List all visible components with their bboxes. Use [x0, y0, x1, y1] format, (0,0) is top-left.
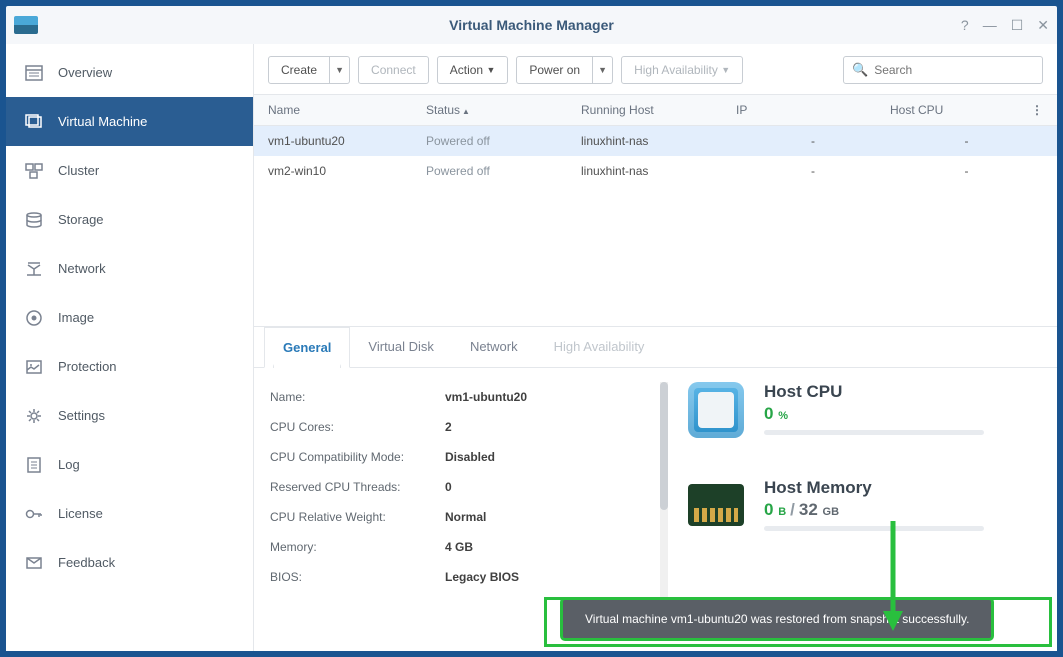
- tab-virtual-disk[interactable]: Virtual Disk: [350, 327, 452, 367]
- sidebar-item-feedback[interactable]: Feedback: [6, 538, 253, 587]
- sidebar-item-settings[interactable]: Settings: [6, 391, 253, 440]
- sidebar-item-label: Feedback: [58, 555, 115, 570]
- search-box[interactable]: 🔍: [843, 56, 1043, 84]
- main-panel: Create ▼ Connect Action ▼ Power on ▼ Hig…: [254, 44, 1057, 651]
- sidebar-item-overview[interactable]: Overview: [6, 48, 253, 97]
- detail-mem-label: Memory:: [270, 540, 445, 554]
- sidebar-item-cluster[interactable]: Cluster: [6, 146, 253, 195]
- stat-mem-value: 0 B/32 GB: [764, 500, 1041, 520]
- sidebar-item-label: Overview: [58, 65, 112, 80]
- log-icon: [24, 456, 44, 474]
- connect-button[interactable]: Connect: [358, 56, 429, 84]
- sidebar-item-label: Settings: [58, 408, 105, 423]
- vm-icon: [24, 113, 44, 131]
- gear-icon: [24, 407, 44, 425]
- sidebar-item-storage[interactable]: Storage: [6, 195, 253, 244]
- tab-network[interactable]: Network: [452, 327, 536, 367]
- sidebar-item-label: Storage: [58, 212, 104, 227]
- search-icon: 🔍: [852, 62, 868, 78]
- stat-mem-title: Host Memory: [764, 478, 1041, 498]
- col-menu-icon[interactable]: ⋮: [1025, 103, 1043, 117]
- tab-general[interactable]: General: [264, 327, 350, 368]
- detail-name-value: vm1-ubuntu20: [445, 390, 527, 404]
- window-title: Virtual Machine Manager: [6, 17, 1057, 33]
- network-icon: [24, 260, 44, 278]
- sidebar-item-network[interactable]: Network: [6, 244, 253, 293]
- detail-compat-label: CPU Compatibility Mode:: [270, 450, 445, 464]
- envelope-icon: [24, 554, 44, 572]
- detail-reserved-value: 0: [445, 480, 452, 494]
- detail-reserved-label: Reserved CPU Threads:: [270, 480, 445, 494]
- detail-weight-value: Normal: [445, 510, 486, 524]
- col-ip[interactable]: IP: [736, 103, 890, 117]
- stat-cpu-value: 0 %: [764, 404, 1041, 424]
- storage-icon: [24, 211, 44, 229]
- sort-asc-icon: ▲: [462, 107, 470, 116]
- detail-compat-value: Disabled: [445, 450, 495, 464]
- table-header: Name Status▲ Running Host IP Host CPU ⋮: [254, 94, 1057, 126]
- memory-icon: [688, 484, 744, 526]
- action-button[interactable]: Action ▼: [437, 56, 509, 84]
- table-row[interactable]: vm1-ubuntu20 Powered off linuxhint-nas -…: [254, 126, 1057, 156]
- tab-ha[interactable]: High Availability: [536, 327, 663, 367]
- detail-cores-value: 2: [445, 420, 452, 434]
- sidebar-item-image[interactable]: Image: [6, 293, 253, 342]
- stat-cpu-bar: [764, 430, 984, 435]
- sidebar-item-protection[interactable]: Protection: [6, 342, 253, 391]
- app-window: Virtual Machine Manager ? — ☐ ✕ Overview…: [6, 6, 1057, 651]
- col-host[interactable]: Running Host: [581, 103, 736, 117]
- col-status[interactable]: Status▲: [426, 103, 581, 117]
- toast-notification: Virtual machine vm1-ubuntu20 was restore…: [560, 597, 994, 641]
- power-on-dropdown-caret[interactable]: ▼: [593, 56, 613, 84]
- sidebar-item-label: Virtual Machine: [58, 114, 147, 129]
- table-row[interactable]: vm2-win10 Powered off linuxhint-nas - -: [254, 156, 1057, 186]
- overview-icon: [24, 64, 44, 82]
- col-cpu[interactable]: Host CPU: [890, 103, 1025, 117]
- titlebar: Virtual Machine Manager ? — ☐ ✕: [6, 6, 1057, 44]
- sidebar-item-label: Cluster: [58, 163, 99, 178]
- detail-weight-label: CPU Relative Weight:: [270, 510, 445, 524]
- detail-name-label: Name:: [270, 390, 445, 404]
- detail-bios-value: Legacy BIOS: [445, 570, 519, 584]
- sidebar-item-label: License: [58, 506, 103, 521]
- create-button[interactable]: Create: [268, 56, 330, 84]
- sidebar: Overview Virtual Machine Cluster Storage…: [6, 44, 254, 651]
- search-input[interactable]: [874, 63, 1034, 77]
- col-name[interactable]: Name: [268, 103, 426, 117]
- protection-icon: [24, 358, 44, 376]
- stat-cpu-title: Host CPU: [764, 382, 1041, 402]
- sidebar-item-virtual-machine[interactable]: Virtual Machine: [6, 97, 253, 146]
- stat-mem-bar: [764, 526, 984, 531]
- sidebar-item-label: Network: [58, 261, 106, 276]
- sidebar-item-label: Log: [58, 457, 80, 472]
- create-dropdown-caret[interactable]: ▼: [330, 56, 350, 84]
- cpu-icon: [688, 382, 744, 438]
- cluster-icon: [24, 162, 44, 180]
- sidebar-item-label: Protection: [58, 359, 117, 374]
- sidebar-item-license[interactable]: License: [6, 489, 253, 538]
- detail-mem-value: 4 GB: [445, 540, 473, 554]
- sidebar-item-log[interactable]: Log: [6, 440, 253, 489]
- sidebar-item-label: Image: [58, 310, 94, 325]
- toolbar: Create ▼ Connect Action ▼ Power on ▼ Hig…: [254, 44, 1057, 94]
- toast-message: Virtual machine vm1-ubuntu20 was restore…: [585, 612, 969, 626]
- detail-bios-label: BIOS:: [270, 570, 445, 584]
- detail-cores-label: CPU Cores:: [270, 420, 445, 434]
- ha-button[interactable]: High Availability ▼: [621, 56, 743, 84]
- image-icon: [24, 309, 44, 327]
- power-on-button[interactable]: Power on: [516, 56, 593, 84]
- key-icon: [24, 505, 44, 523]
